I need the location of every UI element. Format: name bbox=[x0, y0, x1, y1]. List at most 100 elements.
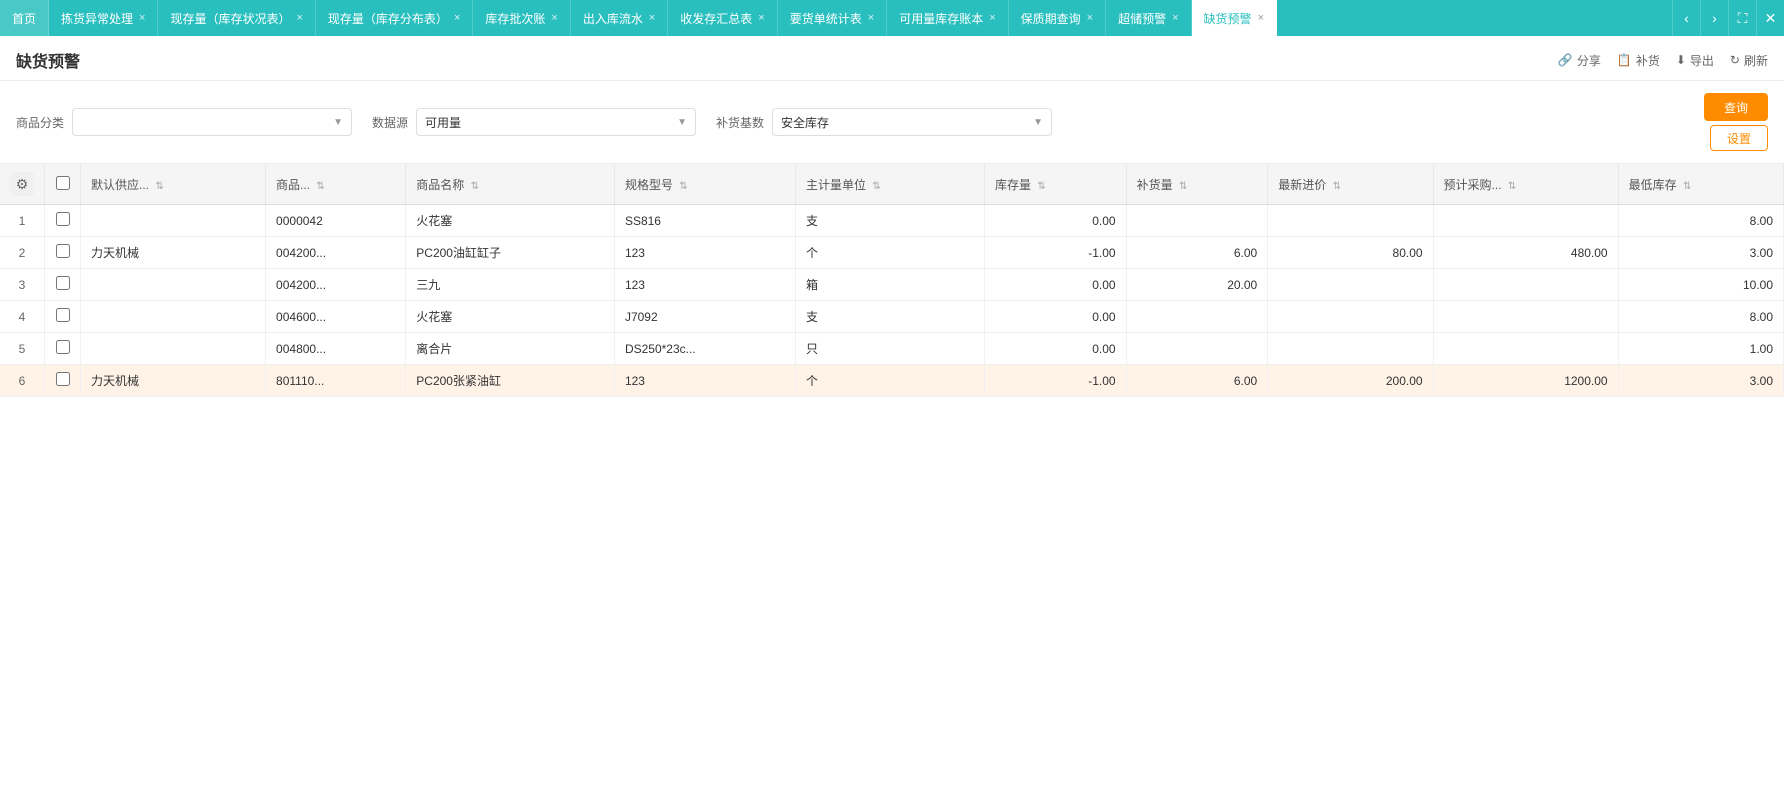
th-product-name-label: 商品名称 bbox=[416, 178, 464, 192]
row-number: 6 bbox=[19, 374, 26, 388]
page-header: 缺货预警 🔗 分享 📋 补货 ⬇ 导出 ↻ 刷新 bbox=[0, 36, 1784, 81]
th-min-stock[interactable]: 最低库存 ⇅ bbox=[1618, 164, 1783, 205]
settings-button[interactable]: 设置 bbox=[1710, 125, 1768, 151]
th-replenish-qty[interactable]: 补货量 ⇅ bbox=[1126, 164, 1268, 205]
sort-spec-icon: ⇅ bbox=[679, 181, 687, 192]
tab-close-inout-flow[interactable]: × bbox=[649, 12, 655, 24]
row-replenish-qty: 6.00 bbox=[1126, 237, 1268, 269]
row-product-name: 离合片 bbox=[406, 333, 615, 365]
th-replenish-qty-label: 补货量 bbox=[1137, 178, 1173, 192]
th-spec-label: 规格型号 bbox=[625, 178, 673, 192]
tab-close-batch-account[interactable]: × bbox=[551, 12, 557, 24]
row-spec: 123 bbox=[614, 269, 795, 301]
refresh-icon: ↻ bbox=[1730, 53, 1740, 67]
tab-close-overstock[interactable]: × bbox=[1172, 12, 1178, 24]
tab-close-shortage[interactable]: × bbox=[1258, 12, 1264, 24]
tab-home[interactable]: 首页 bbox=[0, 0, 49, 36]
tab-close-recv-send[interactable]: × bbox=[758, 12, 764, 24]
row-checkbox-cell bbox=[45, 365, 81, 397]
tab-nav-next[interactable]: › bbox=[1700, 0, 1728, 36]
tab-nav-close[interactable]: ✕ bbox=[1756, 0, 1784, 36]
tab-nav-prev[interactable]: ‹ bbox=[1672, 0, 1700, 36]
row-product-code: 004600... bbox=[266, 301, 406, 333]
th-est-purchase[interactable]: 预计采购... ⇅ bbox=[1433, 164, 1618, 205]
th-latest-price[interactable]: 最新进价 ⇅ bbox=[1268, 164, 1433, 205]
row-checkbox-cell bbox=[45, 333, 81, 365]
basis-value: 安全库存 bbox=[781, 114, 829, 131]
query-button[interactable]: 查询 bbox=[1704, 93, 1768, 121]
row-replenish-qty: 20.00 bbox=[1126, 269, 1268, 301]
th-default-supplier[interactable]: 默认供应... ⇅ bbox=[81, 164, 266, 205]
replenish-action[interactable]: 📋 补货 bbox=[1617, 52, 1660, 69]
row-est-purchase bbox=[1433, 301, 1618, 333]
tab-close-expiry[interactable]: × bbox=[1087, 12, 1093, 24]
table-row: 1 0000042 火花塞 SS816 支 0.00 8.00 bbox=[0, 205, 1784, 237]
table-body: 1 0000042 火花塞 SS816 支 0.00 8.00 2 力天机械 0… bbox=[0, 205, 1784, 397]
datasource-select[interactable]: 可用量 ▼ bbox=[416, 108, 696, 136]
refresh-action[interactable]: ↻ 刷新 bbox=[1730, 52, 1768, 69]
tab-close-order-stat[interactable]: × bbox=[868, 12, 874, 24]
row-min-stock: 3.00 bbox=[1618, 365, 1783, 397]
row-checkbox[interactable] bbox=[56, 212, 70, 226]
row-stock: -1.00 bbox=[984, 365, 1126, 397]
row-spec: DS250*23c... bbox=[614, 333, 795, 365]
tab-close-inventory-status[interactable]: × bbox=[296, 12, 302, 24]
row-replenish-qty: 6.00 bbox=[1126, 365, 1268, 397]
row-checkbox-cell bbox=[45, 269, 81, 301]
filter-row: 商品分类 ▼ 数据源 可用量 ▼ 补货基数 安全库存 ▼ 查询 设置 bbox=[0, 81, 1784, 164]
row-checkbox[interactable] bbox=[56, 308, 70, 322]
table-row: 3 004200... 三九 123 箱 0.00 20.00 10.00 bbox=[0, 269, 1784, 301]
tab-recv-send[interactable]: 收发存汇总表 × bbox=[668, 0, 777, 36]
row-est-purchase: 480.00 bbox=[1433, 237, 1618, 269]
basis-select[interactable]: 安全库存 ▼ bbox=[772, 108, 1052, 136]
export-action[interactable]: ⬇ 导出 bbox=[1676, 52, 1714, 69]
row-min-stock: 8.00 bbox=[1618, 301, 1783, 333]
category-label: 商品分类 bbox=[16, 114, 64, 131]
row-replenish-qty bbox=[1126, 205, 1268, 237]
row-unit: 个 bbox=[795, 365, 984, 397]
tab-nav-restore[interactable]: ⛶ bbox=[1728, 0, 1756, 36]
tab-inventory-dist[interactable]: 现存量（库存分布表） × bbox=[316, 0, 473, 36]
th-min-stock-label: 最低库存 bbox=[1629, 178, 1677, 192]
th-unit-label: 主计量单位 bbox=[806, 178, 866, 192]
tab-overstock[interactable]: 超储预警 × bbox=[1106, 0, 1191, 36]
th-product-name[interactable]: 商品名称 ⇅ bbox=[406, 164, 615, 205]
data-table: ⚙ 默认供应... ⇅ 商品... ⇅ 商品名称 ⇅ bbox=[0, 164, 1784, 397]
column-settings-icon[interactable]: ⚙ bbox=[10, 172, 34, 196]
tab-order-stat[interactable]: 要货单统计表 × bbox=[778, 0, 887, 36]
th-stock[interactable]: 库存量 ⇅ bbox=[984, 164, 1126, 205]
tab-close-inventory-dist[interactable]: × bbox=[454, 12, 460, 24]
row-product-code: 004800... bbox=[266, 333, 406, 365]
main-content: 缺货预警 🔗 分享 📋 补货 ⬇ 导出 ↻ 刷新 商品分类 bbox=[0, 36, 1784, 796]
row-checkbox[interactable] bbox=[56, 372, 70, 386]
row-product-code: 0000042 bbox=[266, 205, 406, 237]
row-checkbox[interactable] bbox=[56, 244, 70, 258]
tab-inventory-status[interactable]: 现存量（库存状况表） × bbox=[158, 0, 315, 36]
row-checkbox[interactable] bbox=[56, 276, 70, 290]
tab-picking[interactable]: 拣货异常处理 × bbox=[49, 0, 158, 36]
row-supplier bbox=[81, 269, 266, 301]
export-icon: ⬇ bbox=[1676, 53, 1686, 67]
category-select[interactable]: ▼ bbox=[72, 108, 352, 136]
tab-avail-stock[interactable]: 可用量库存账本 × bbox=[887, 0, 1008, 36]
tab-batch-account[interactable]: 库存批次账 × bbox=[473, 0, 570, 36]
th-product-code[interactable]: 商品... ⇅ bbox=[266, 164, 406, 205]
tab-inout-flow[interactable]: 出入库流水 × bbox=[571, 0, 668, 36]
th-stock-label: 库存量 bbox=[995, 178, 1031, 192]
row-checkbox-cell bbox=[45, 205, 81, 237]
select-all-checkbox[interactable] bbox=[56, 176, 70, 190]
basis-label: 补货基数 bbox=[716, 114, 764, 131]
th-spec[interactable]: 规格型号 ⇅ bbox=[614, 164, 795, 205]
tab-expiry[interactable]: 保质期查询 × bbox=[1009, 0, 1106, 36]
share-action[interactable]: 🔗 分享 bbox=[1558, 52, 1601, 69]
header-actions: 🔗 分享 📋 补货 ⬇ 导出 ↻ 刷新 bbox=[1558, 52, 1768, 69]
th-unit[interactable]: 主计量单位 ⇅ bbox=[795, 164, 984, 205]
tab-shortage[interactable]: 缺货预警 × bbox=[1192, 0, 1277, 36]
basis-chevron-icon: ▼ bbox=[1033, 117, 1043, 128]
row-checkbox-cell bbox=[45, 301, 81, 333]
tab-close-avail-stock[interactable]: × bbox=[989, 12, 995, 24]
tab-close-picking[interactable]: × bbox=[139, 12, 145, 24]
th-product-code-label: 商品... bbox=[276, 178, 310, 192]
row-checkbox[interactable] bbox=[56, 340, 70, 354]
sort-unit-icon: ⇅ bbox=[872, 181, 880, 192]
